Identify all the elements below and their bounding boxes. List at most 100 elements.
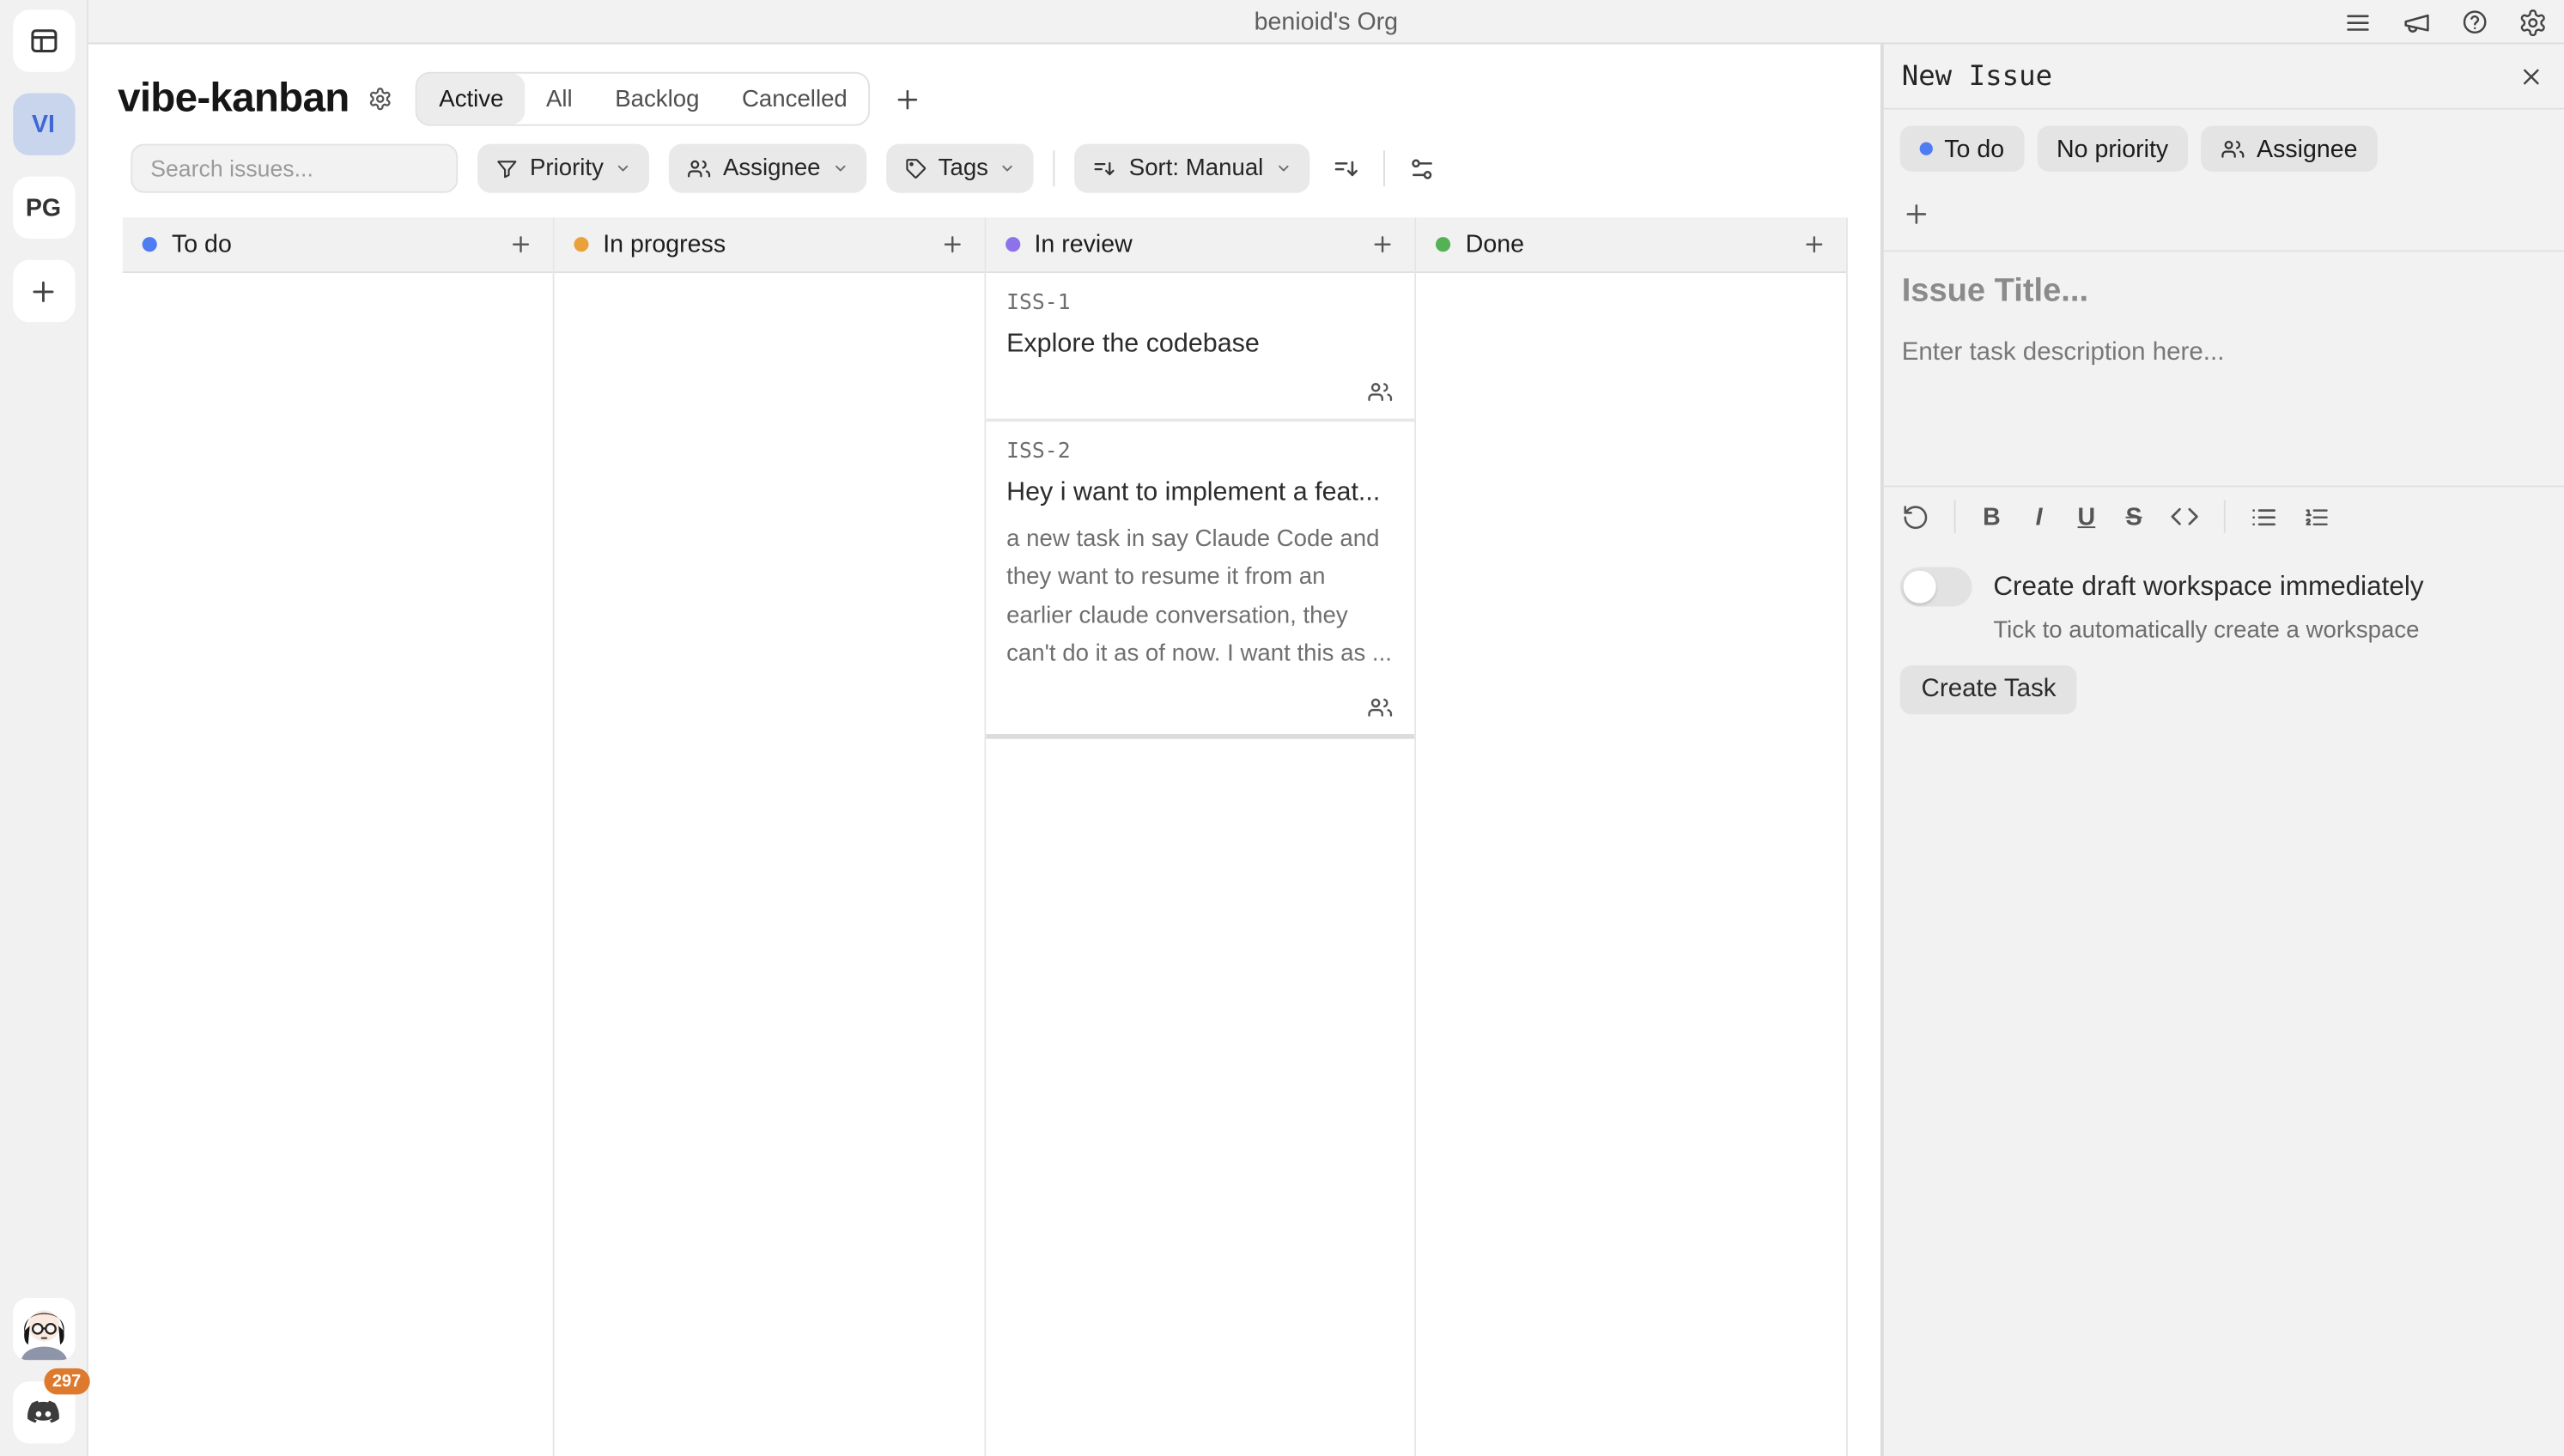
issue-card[interactable]: ISS-2 Hey i want to implement a feat... …	[985, 422, 1414, 738]
user-avatar[interactable]	[12, 1298, 74, 1360]
add-card-button[interactable]	[1370, 232, 1395, 257]
card-footer	[1006, 379, 1394, 405]
divider	[1884, 250, 2564, 252]
chevron-down-icon	[999, 161, 1016, 177]
chevron-down-icon	[832, 161, 848, 177]
panel-header: New Issue	[1884, 44, 2564, 107]
tab-backlog[interactable]: Backlog	[593, 74, 720, 124]
column-body	[1417, 273, 1846, 1456]
status-chip[interactable]: To do	[1900, 126, 2024, 172]
announcements-button[interactable]	[2399, 4, 2435, 40]
divider	[1054, 150, 1055, 186]
issue-card[interactable]: ISS-1 Explore the codebase	[985, 273, 1414, 422]
topbar-actions	[2340, 0, 2551, 44]
add-view-button[interactable]	[893, 84, 922, 113]
layout-panel-icon	[27, 25, 59, 58]
org-title: benioid's Org	[1255, 8, 1398, 35]
priority-filter-button[interactable]: Priority	[477, 144, 649, 193]
assignee-filter-button[interactable]: Assignee	[669, 144, 866, 193]
page-title: vibe-kanban	[118, 76, 349, 123]
settings-button[interactable]	[2515, 4, 2551, 40]
sliders-icon	[1407, 155, 1435, 182]
workspace-vi-button[interactable]: VI	[12, 94, 74, 155]
filter-row: Priority Assignee Tags Sort: Manual	[131, 144, 1438, 193]
assignee-filter-label: Assignee	[723, 155, 821, 181]
tab-active[interactable]: Active	[418, 74, 526, 124]
project-settings-button[interactable]	[368, 87, 393, 112]
assignee-chip[interactable]: Assignee	[2201, 126, 2377, 172]
funnel-icon	[495, 157, 519, 180]
column-header: In progress	[554, 217, 983, 273]
plus-icon	[1902, 199, 1931, 228]
add-property-button[interactable]	[1902, 199, 1931, 228]
tab-all[interactable]: All	[525, 74, 593, 124]
strikethrough-button[interactable]: S	[2123, 503, 2146, 531]
display-options-button[interactable]	[1404, 151, 1438, 185]
column-name: In progress	[603, 231, 726, 258]
issue-title: Explore the codebase	[1006, 331, 1394, 360]
sort-order-button[interactable]	[1329, 151, 1364, 185]
project-title-row: vibe-kanban Active All Backlog Cancelled	[118, 70, 922, 128]
tags-filter-button[interactable]: Tags	[886, 144, 1035, 193]
draft-workspace-toggle[interactable]	[1900, 567, 1972, 607]
workspace-pg-button[interactable]: PG	[12, 177, 74, 239]
close-icon	[2518, 63, 2544, 88]
sidebar: VI PG	[0, 0, 88, 1456]
priority-chip[interactable]: No priority	[2037, 126, 2188, 172]
editor-toolbar: B I U S	[1884, 486, 2564, 545]
new-issue-panel: New Issue To do No priority Assignee	[1880, 44, 2564, 1456]
view-tabs: Active All Backlog Cancelled	[416, 72, 871, 126]
column-body: ISS-1 Explore the codebase ISS-2 Hey i w…	[985, 273, 1414, 1456]
gear-icon	[2518, 8, 2548, 37]
help-button[interactable]	[2458, 5, 2492, 39]
create-task-button[interactable]: Create Task	[1900, 665, 2077, 714]
code-button[interactable]	[2170, 502, 2199, 531]
search-input[interactable]	[131, 144, 458, 193]
add-card-button[interactable]	[1802, 232, 1827, 257]
menu-button[interactable]	[2340, 4, 2376, 40]
projects-home-button[interactable]	[12, 9, 74, 71]
status-dot	[143, 237, 157, 252]
column-todo: To do	[123, 217, 554, 1456]
discord-notification-badge: 297	[44, 1368, 88, 1395]
sort-button[interactable]: Sort: Manual	[1075, 144, 1309, 193]
issue-title-input[interactable]: Issue Title...	[1902, 273, 2544, 311]
column-done: Done	[1417, 217, 1848, 1456]
panel-title: New Issue	[1902, 60, 2052, 93]
help-icon	[2461, 9, 2488, 36]
discord-icon	[25, 1393, 63, 1431]
add-card-button[interactable]	[939, 232, 964, 257]
numbered-list-button[interactable]	[2302, 503, 2330, 531]
plus-icon	[893, 84, 922, 113]
issue-property-chips: To do No priority Assignee	[1884, 110, 2564, 187]
issue-description-input[interactable]: Enter task description here...	[1902, 338, 2544, 485]
add-property-row	[1884, 186, 2564, 250]
bold-button[interactable]: B	[1980, 503, 2003, 531]
discord-button[interactable]: 297	[12, 1381, 74, 1443]
plus-icon	[27, 276, 58, 306]
code-icon	[2170, 502, 2199, 531]
column-name: Done	[1466, 231, 1524, 258]
column-header: In review	[985, 217, 1414, 273]
add-workspace-button[interactable]	[12, 260, 74, 322]
underline-button[interactable]: U	[2075, 503, 2099, 531]
italic-button[interactable]: I	[2027, 503, 2051, 531]
status-chip-label: To do	[1944, 135, 2004, 162]
toggle-knob	[1904, 571, 1936, 604]
undo-button[interactable]	[1902, 503, 1929, 531]
tab-cancelled[interactable]: Cancelled	[720, 74, 868, 124]
issue-title: Hey i want to implement a feat...	[1006, 479, 1394, 508]
sort-label: Sort: Manual	[1129, 155, 1264, 181]
sort-descending-icon	[1093, 156, 1118, 181]
bullet-list-button[interactable]	[2250, 503, 2277, 531]
add-card-button[interactable]	[508, 232, 533, 257]
plus-icon	[939, 232, 964, 257]
assignees-icon	[1367, 379, 1393, 405]
draft-workspace-toggle-label: Create draft workspace immediately	[1993, 572, 2423, 603]
close-panel-button[interactable]	[2518, 63, 2544, 88]
megaphone-icon	[2402, 8, 2431, 37]
column-name: To do	[172, 231, 232, 258]
column-name: In review	[1034, 231, 1132, 258]
issue-description: a new task in say Claude Code and they w…	[1006, 521, 1394, 675]
bullet-list-icon	[2250, 503, 2277, 531]
